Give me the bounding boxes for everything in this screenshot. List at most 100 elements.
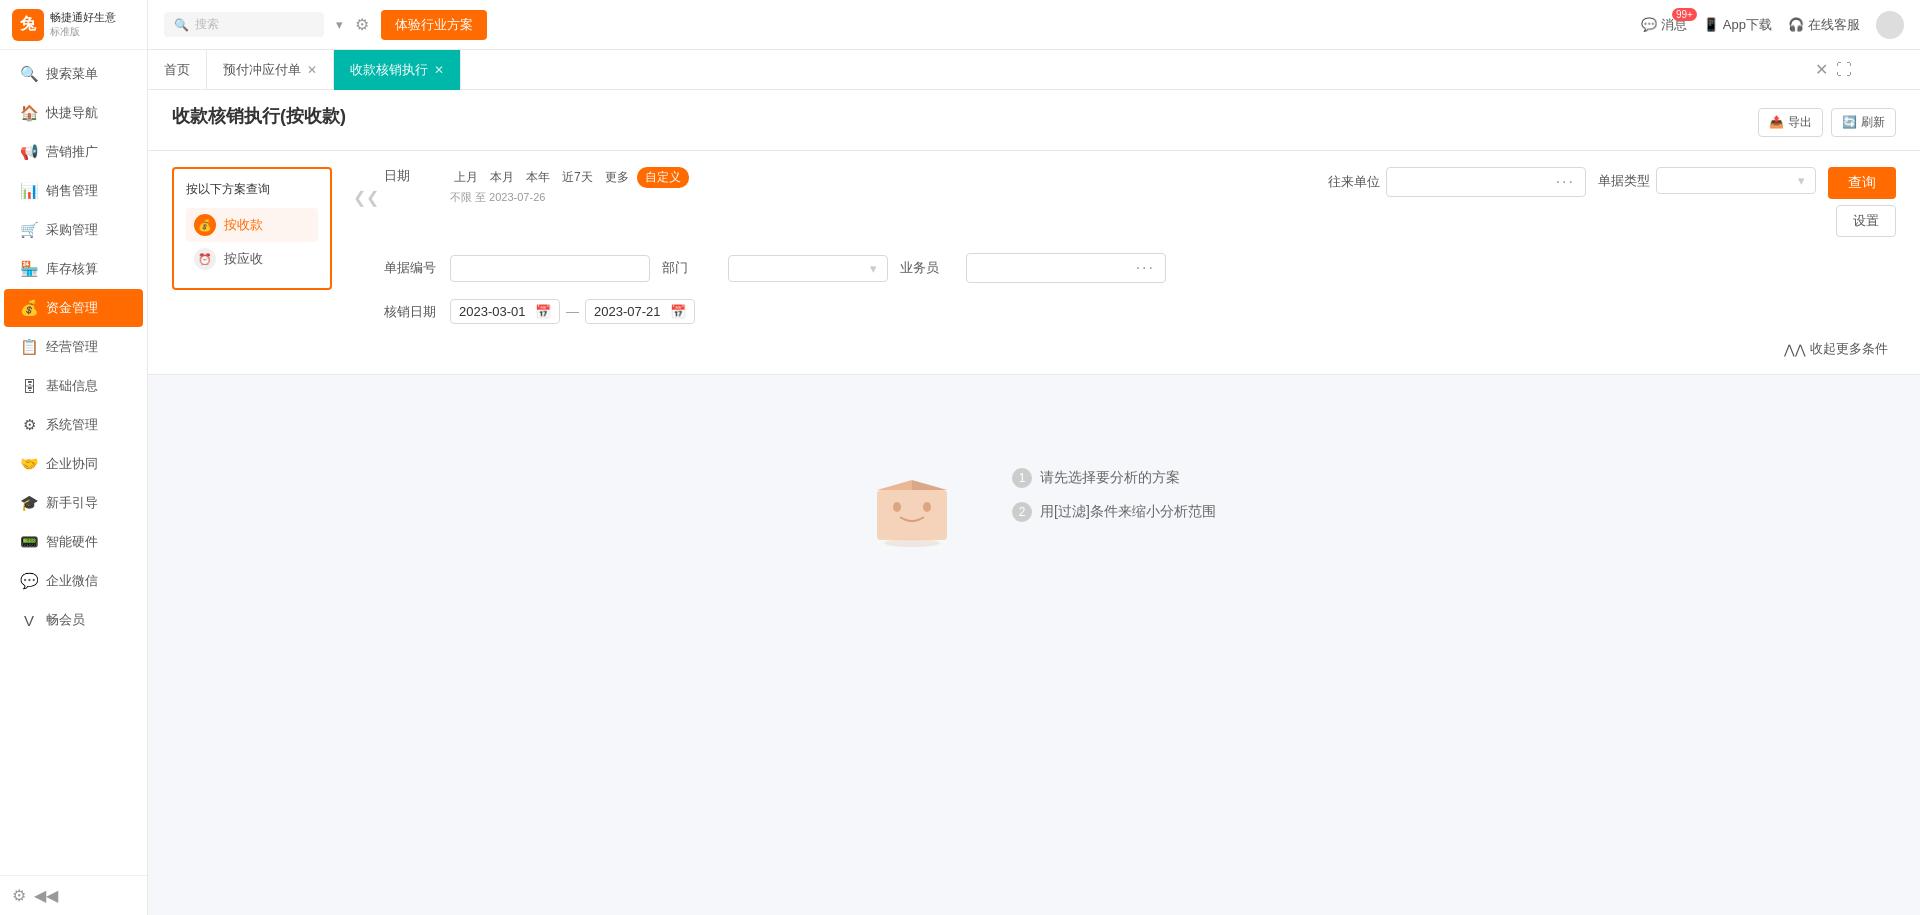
tab-prepay-close-icon[interactable]: ✕ <box>307 63 317 77</box>
sidebar-item-member[interactable]: V 畅会员 <box>4 601 143 639</box>
hint-num-1: 1 <box>1012 468 1032 488</box>
sidebar-item-search-label: 搜索菜单 <box>46 65 98 83</box>
wechat-icon: 💬 <box>20 572 38 590</box>
export-button[interactable]: 📤 导出 <box>1758 108 1823 137</box>
tab-home-label: 首页 <box>164 61 190 79</box>
docnumber-input[interactable] <box>450 255 650 282</box>
sidebar-item-operation-label: 经营管理 <box>46 338 98 356</box>
sidebar-item-system[interactable]: ⚙ 系统管理 <box>4 406 143 444</box>
receipt-option-icon: 💰 <box>194 214 216 236</box>
settings-icon[interactable]: ⚙ <box>12 886 26 905</box>
sidebar-item-purchase[interactable]: 🛒 采购管理 <box>4 211 143 249</box>
sidebar-item-marketing-label: 营销推广 <box>46 143 98 161</box>
online-service-button[interactable]: 🎧 在线客服 <box>1788 16 1860 34</box>
tab-receipt-offset-close-icon[interactable]: ✕ <box>434 63 444 77</box>
message-icon: 💬 <box>1641 17 1657 32</box>
dept-group: 部门 ▾ <box>662 255 888 282</box>
refresh-button[interactable]: 🔄 刷新 <box>1831 108 1896 137</box>
filter-sidebar: 按以下方案查询 💰 按收款 ⏰ 按应收 <box>172 167 332 290</box>
logo-text-group: 畅捷通好生意 标准版 <box>50 10 116 38</box>
staff-label: 业务员 <box>900 259 960 277</box>
svg-point-5 <box>884 539 940 547</box>
topbar: 🔍 搜索 ▾ ⚙ 体验行业方案 💬 消息 99+ 📱 App下载 🎧 在线客服 <box>148 0 1920 50</box>
sidebar-item-inventory[interactable]: 🏪 库存核算 <box>4 250 143 288</box>
date-label: 日期 <box>384 167 444 185</box>
sidebar-item-finance[interactable]: 💰 资金管理 <box>4 289 143 327</box>
sidebar-item-marketing[interactable]: 📢 营销推广 <box>4 133 143 171</box>
sidebar-item-sales-label: 销售管理 <box>46 182 98 200</box>
date-picker-group: 上月 本月 本年 近7天 更多 自定义 不限 至 2023-07-26 <box>450 167 689 205</box>
maximize-icon[interactable]: ⛶ <box>1836 61 1852 79</box>
tab-home[interactable]: 首页 <box>148 50 207 90</box>
close-all-tabs-icon[interactable]: ✕ <box>1815 60 1828 79</box>
message-button[interactable]: 💬 消息 99+ <box>1641 16 1687 34</box>
sidebar-bottom: ⚙ ◀◀ <box>0 875 147 915</box>
staff-input[interactable]: ··· <box>966 253 1166 283</box>
shortcut-more[interactable]: 更多 <box>601 167 633 188</box>
app-download-button[interactable]: 📱 App下载 <box>1703 16 1772 34</box>
sidebar-item-quicknav[interactable]: 🏠 快捷导航 <box>4 94 143 132</box>
sidebar-item-inventory-label: 库存核算 <box>46 260 98 278</box>
tab-receipt-offset[interactable]: 收款核销执行 ✕ <box>334 50 461 90</box>
sidebar-item-sales[interactable]: 📊 销售管理 <box>4 172 143 210</box>
topbar-search-icon: 🔍 <box>174 18 189 32</box>
sidebar-item-search[interactable]: 🔍 搜索菜单 <box>4 55 143 93</box>
partner-dots-icon[interactable]: ··· <box>1556 173 1575 191</box>
receivable-option-icon: ⏰ <box>194 248 216 270</box>
tab-prepay[interactable]: 预付冲应付单 ✕ <box>207 50 334 90</box>
empty-illustration <box>852 435 972 555</box>
svg-rect-0 <box>877 490 947 540</box>
collapse-sidebar-icon[interactable]: ◀◀ <box>34 886 58 905</box>
writeoff-date-group: 核销日期 2023-03-01 📅 — 2023-07-21 📅 <box>384 299 695 324</box>
writeoff-date-label: 核销日期 <box>384 303 444 321</box>
staff-dots-icon[interactable]: ··· <box>1136 259 1155 277</box>
app-download-label: App下载 <box>1723 16 1772 34</box>
settings-button[interactable]: 设置 <box>1836 205 1896 237</box>
shortcut-7days[interactable]: 近7天 <box>558 167 597 188</box>
sidebar-item-hardware[interactable]: 📟 智能硬件 <box>4 523 143 561</box>
dept-select[interactable]: ▾ <box>728 255 888 282</box>
doctype-group: 单据类型 ▾ <box>1598 167 1816 194</box>
system-icon: ⚙ <box>20 416 38 434</box>
sales-icon: 📊 <box>20 182 38 200</box>
sidebar-item-wechat-label: 企业微信 <box>46 572 98 590</box>
writeoff-start-cal-icon[interactable]: 📅 <box>535 304 551 319</box>
svg-marker-2 <box>912 480 947 490</box>
collapse-more-button[interactable]: ⋀⋀ 收起更多条件 <box>1784 340 1896 358</box>
partner-label: 往来单位 <box>1328 173 1380 191</box>
date-range-hint: 不限 至 2023-07-26 <box>450 190 689 205</box>
sidebar-item-wechat[interactable]: 💬 企业微信 <box>4 562 143 600</box>
writeoff-end-input[interactable]: 2023-07-21 📅 <box>585 299 695 324</box>
shortcut-custom[interactable]: 自定义 <box>637 167 689 188</box>
topbar-gear-icon[interactable]: ⚙ <box>355 15 369 34</box>
shortcut-this-year[interactable]: 本年 <box>522 167 554 188</box>
hint-num-2: 2 <box>1012 502 1032 522</box>
sidebar-item-enterprise[interactable]: 🤝 企业协同 <box>4 445 143 483</box>
user-avatar[interactable] <box>1876 11 1904 39</box>
solution-button[interactable]: 体验行业方案 <box>381 10 487 40</box>
export-icon: 📤 <box>1769 115 1784 129</box>
topbar-dropdown-icon[interactable]: ▾ <box>336 17 343 32</box>
basicinfo-icon: 🗄 <box>20 377 38 395</box>
sidebar-item-basicinfo[interactable]: 🗄 基础信息 <box>4 367 143 405</box>
filter-option-by-receivable[interactable]: ⏰ 按应收 <box>186 242 318 276</box>
sidebar-item-guide[interactable]: 🎓 新手引导 <box>4 484 143 522</box>
action-buttons: 查询 设置 <box>1828 167 1896 237</box>
hint-text-2: 用[过滤]条件来缩小分析范围 <box>1040 503 1216 521</box>
filter-option-by-receipt[interactable]: 💰 按收款 <box>186 208 318 242</box>
writeoff-start-input[interactable]: 2023-03-01 📅 <box>450 299 560 324</box>
shortcut-this-month[interactable]: 本月 <box>486 167 518 188</box>
docnumber-group: 单据编号 <box>384 255 650 282</box>
enterprise-icon: 🤝 <box>20 455 38 473</box>
topbar-search[interactable]: 🔍 搜索 <box>164 12 324 37</box>
writeoff-end-cal-icon[interactable]: 📅 <box>670 304 686 319</box>
filter-collapse-button[interactable]: ❮❮ <box>356 167 376 227</box>
sidebar-item-operation[interactable]: 📋 经营管理 <box>4 328 143 366</box>
purchase-icon: 🛒 <box>20 221 38 239</box>
partner-input[interactable]: ··· <box>1386 167 1586 197</box>
doctype-select[interactable]: ▾ <box>1656 167 1816 194</box>
filter-sidebar-title: 按以下方案查询 <box>186 181 318 198</box>
shortcut-last-month[interactable]: 上月 <box>450 167 482 188</box>
empty-svg <box>852 435 972 555</box>
query-button[interactable]: 查询 <box>1828 167 1896 199</box>
